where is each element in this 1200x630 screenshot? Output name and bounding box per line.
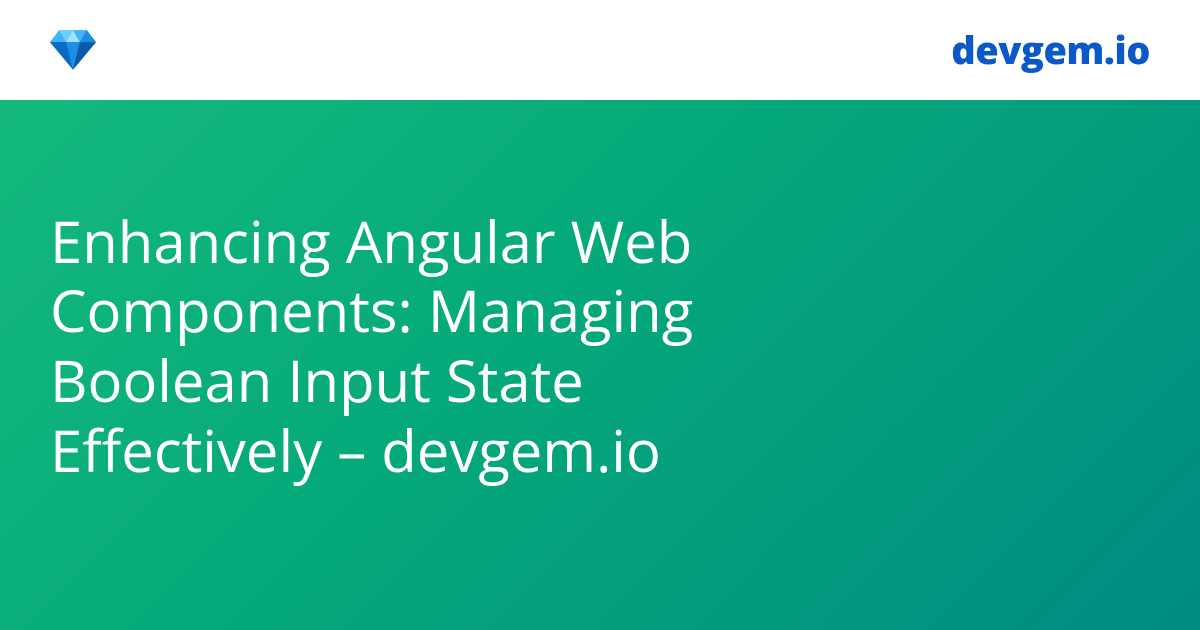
gem-icon xyxy=(50,30,96,70)
brand-wordmark: devgem.io xyxy=(951,24,1150,76)
header-bar: devgem.io xyxy=(0,0,1200,100)
hero-panel: Enhancing Angular Web Components: Managi… xyxy=(0,100,1200,630)
page-title: Enhancing Angular Web Components: Managi… xyxy=(50,206,850,484)
social-card: devgem.io Enhancing Angular Web Componen… xyxy=(0,0,1200,630)
